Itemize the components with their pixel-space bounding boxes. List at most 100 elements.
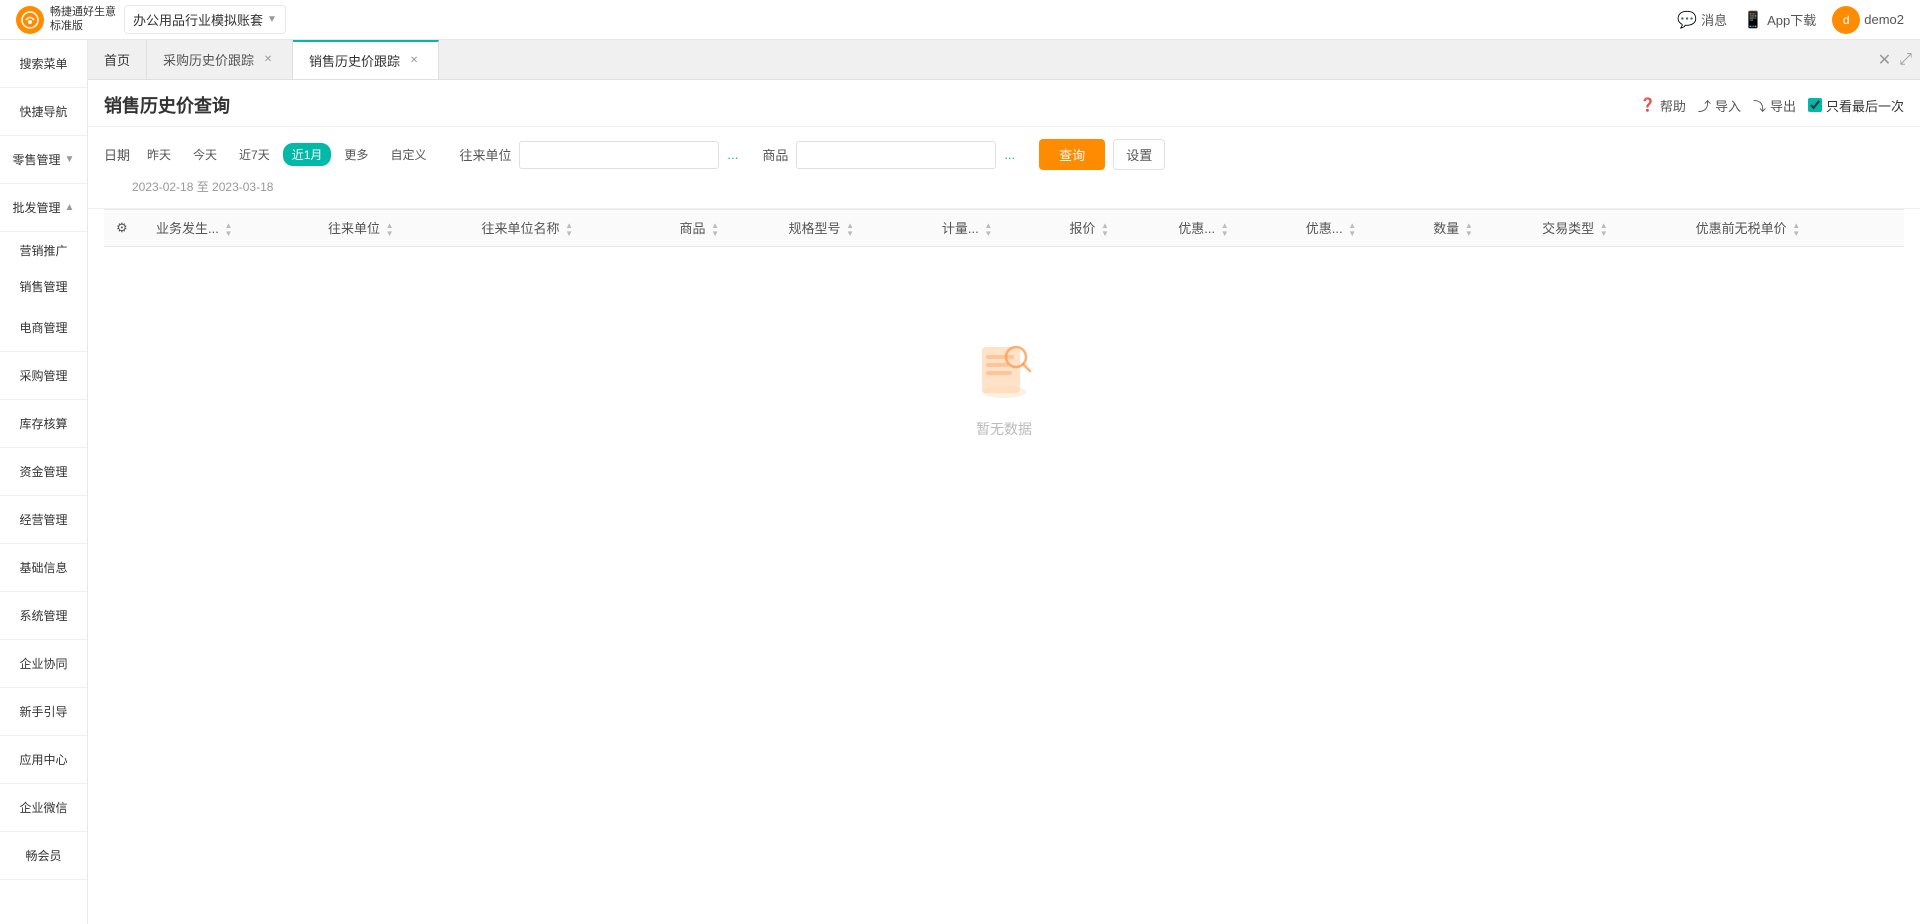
date-btn-more[interactable]: 更多 xyxy=(335,143,377,166)
sidebar-item-enterprise-wechat[interactable]: 企业微信 xyxy=(0,784,87,832)
th-spec[interactable]: 规格型号 ▲▼ xyxy=(776,210,929,247)
page-header: 销售历史价查询 ❓ 帮助 ⤴ 导入 ⤵ 导出 xyxy=(88,80,1920,127)
tab-sales-history[interactable]: 销售历史价跟踪 ✕ xyxy=(293,40,439,79)
app-selector[interactable]: 办公用品行业模拟账套 ▼ xyxy=(124,5,286,34)
tab-sales-history-close[interactable]: ✕ xyxy=(406,53,422,69)
sort-arrows-biz-date: ▲▼ xyxy=(224,222,232,238)
chevron-up-icon: ▲ xyxy=(65,202,75,213)
import-icon: ⤴ xyxy=(1698,96,1711,115)
th-discount2[interactable]: 优惠... ▲▼ xyxy=(1294,210,1421,247)
th-quantity[interactable]: 数量 ▲▼ xyxy=(1421,210,1530,247)
date-btn-last7days[interactable]: 近7天 xyxy=(230,143,279,166)
tab-purchase-history-close[interactable]: ✕ xyxy=(260,52,276,68)
date-btn-custom[interactable]: 自定义 xyxy=(381,143,435,166)
sort-arrows-goods: ▲▼ xyxy=(711,222,719,238)
date-btn-yesterday[interactable]: 昨天 xyxy=(138,143,180,166)
user-menu[interactable]: d demo2 xyxy=(1832,6,1904,34)
system-mgmt-label: 系统管理 xyxy=(19,607,67,624)
sidebar-item-marketing[interactable]: 营销推广 xyxy=(0,232,87,268)
sidebar-item-purchase-mgmt[interactable]: 采购管理 xyxy=(0,352,87,400)
empty-text: 暂无数据 xyxy=(976,419,1032,439)
table-header-row: ⚙ 业务发生... ▲▼ 往来单位 ▲▼ 往来单位名称 xyxy=(104,210,1904,247)
sidebar-item-new-guide[interactable]: 新手引导 xyxy=(0,688,87,736)
sidebar-item-enterprise-coop[interactable]: 企业协同 xyxy=(0,640,87,688)
basic-info-label: 基础信息 xyxy=(19,559,67,576)
inventory-label: 库存核算 xyxy=(19,415,67,432)
counterpart-input[interactable] xyxy=(519,141,719,169)
only-last-checkbox-wrapper[interactable]: 只看最后一次 xyxy=(1808,96,1904,115)
settings-button[interactable]: 设置 xyxy=(1113,139,1165,170)
sidebar-item-member[interactable]: 畅会员 xyxy=(0,832,87,880)
close-tab-btn[interactable]: ✕ xyxy=(1878,50,1891,70)
query-button[interactable]: 查询 xyxy=(1039,139,1105,170)
th-unit[interactable]: 计量... ▲▼ xyxy=(930,210,1057,247)
table-head: ⚙ 业务发生... ▲▼ 往来单位 ▲▼ 往来单位名称 xyxy=(104,210,1904,247)
th-counterpart-name[interactable]: 往来单位名称 ▲▼ xyxy=(470,210,668,247)
goods-label: 商品 xyxy=(762,145,788,164)
goods-ellipsis[interactable]: ... xyxy=(1004,147,1015,162)
content-area: 首页 采购历史价跟踪 ✕ 销售历史价跟踪 ✕ ✕ ⤢ 销售历史价查询 xyxy=(88,40,1920,924)
counterpart-label: 往来单位 xyxy=(459,145,511,164)
download-icon: 📱 xyxy=(1743,10,1763,30)
th-counterpart[interactable]: 往来单位 ▲▼ xyxy=(316,210,469,247)
app-download-label: App下载 xyxy=(1767,10,1816,29)
only-last-label: 只看最后一次 xyxy=(1826,96,1904,115)
tab-home[interactable]: 首页 xyxy=(88,40,147,79)
message-icon: 💬 xyxy=(1677,10,1697,30)
th-settings[interactable]: ⚙ xyxy=(104,210,144,247)
goods-input[interactable] xyxy=(796,141,996,169)
sidebar-item-system-mgmt[interactable]: 系统管理 xyxy=(0,592,87,640)
table-area: ⚙ 业务发生... ▲▼ 往来单位 ▲▼ 往来单位名称 xyxy=(88,209,1920,519)
sidebar-item-basic-info[interactable]: 基础信息 xyxy=(0,544,87,592)
sidebar-item-retail-mgmt[interactable]: 零售管理 ▼ xyxy=(0,136,87,184)
th-goods[interactable]: 商品 ▲▼ xyxy=(668,210,777,247)
th-trade-type[interactable]: 交易类型 ▲▼ xyxy=(1530,210,1683,247)
sidebar-item-operations-mgmt[interactable]: 经营管理 xyxy=(0,496,87,544)
export-label: 导出 xyxy=(1770,96,1796,115)
sidebar-item-quick-nav[interactable]: 快捷导航 xyxy=(0,88,87,136)
date-btn-last1month[interactable]: 近1月 xyxy=(283,143,332,166)
page-title: 销售历史价查询 xyxy=(104,92,230,118)
import-btn[interactable]: ⤴ 导入 xyxy=(1698,96,1741,115)
sidebar-item-search-menu[interactable]: 搜索菜单 xyxy=(0,40,87,88)
logo-area: 畅捷通好生意 标准版 xyxy=(16,6,116,34)
th-discount1[interactable]: 优惠... ▲▼ xyxy=(1166,210,1293,247)
export-btn[interactable]: ⤵ 导出 xyxy=(1753,96,1796,115)
avatar: d xyxy=(1832,6,1860,34)
fullscreen-btn[interactable]: ⤢ xyxy=(1899,51,1912,69)
sort-arrows-trade-type: ▲▼ xyxy=(1600,222,1608,238)
tab-bar: 首页 采购历史价跟踪 ✕ 销售历史价跟踪 ✕ ✕ ⤢ xyxy=(88,40,1920,80)
top-bar: 畅捷通好生意 标准版 办公用品行业模拟账套 ▼ 💬 消息 📱 App下载 d d… xyxy=(0,0,1920,40)
tab-home-label: 首页 xyxy=(104,50,130,69)
top-bar-right: 💬 消息 📱 App下载 d demo2 xyxy=(1677,6,1904,34)
sidebar-item-ecommerce-mgmt[interactable]: 电商管理 xyxy=(0,304,87,352)
operations-mgmt-label: 经营管理 xyxy=(19,511,67,528)
tab-purchase-history[interactable]: 采购历史价跟踪 ✕ xyxy=(147,40,293,79)
app-download-btn[interactable]: 📱 App下载 xyxy=(1743,10,1816,30)
sidebar-item-finance-mgmt[interactable]: 资金管理 xyxy=(0,448,87,496)
settings-icon: ⚙ xyxy=(116,220,128,235)
sidebar-item-sales-mgmt[interactable]: 销售管理 xyxy=(0,268,87,304)
chevron-down-icon: ▼ xyxy=(65,154,75,165)
counterpart-ellipsis[interactable]: ... xyxy=(727,147,738,162)
finance-mgmt-label: 资金管理 xyxy=(19,463,67,480)
sort-arrows-discount1: ▲▼ xyxy=(1221,222,1229,238)
sidebar-item-app-center[interactable]: 应用中心 xyxy=(0,736,87,784)
only-last-checkbox[interactable] xyxy=(1808,98,1822,112)
filter-row-2: 2023-02-18 至 2023-03-18 xyxy=(104,178,1904,196)
sidebar-item-inventory[interactable]: 库存核算 xyxy=(0,400,87,448)
message-btn[interactable]: 💬 消息 xyxy=(1677,10,1727,30)
th-tax-free-price[interactable]: 优惠前无税单价 ▲▼ xyxy=(1684,210,1904,247)
date-btn-today[interactable]: 今天 xyxy=(184,143,226,166)
sidebar-item-wholesale-mgmt[interactable]: 批发管理 ▲ xyxy=(0,184,87,232)
filter-row-1: 日期 昨天 今天 近7天 近1月 更多 自定义 往来单位 xyxy=(104,139,1904,170)
th-quote[interactable]: 报价 ▲▼ xyxy=(1057,210,1166,247)
chevron-down-icon: ▼ xyxy=(267,14,277,25)
th-biz-date[interactable]: 业务发生... ▲▼ xyxy=(144,210,316,247)
tab-bar-right: ✕ ⤢ xyxy=(1878,40,1920,79)
top-bar-left: 畅捷通好生意 标准版 办公用品行业模拟账套 ▼ xyxy=(16,5,286,34)
app-selector-label: 办公用品行业模拟账套 xyxy=(133,10,263,29)
data-table: ⚙ 业务发生... ▲▼ 往来单位 ▲▼ 往来单位名称 xyxy=(104,209,1904,247)
help-btn[interactable]: ❓ 帮助 xyxy=(1640,96,1686,115)
date-buttons: 昨天 今天 近7天 近1月 更多 自定义 xyxy=(138,143,435,166)
